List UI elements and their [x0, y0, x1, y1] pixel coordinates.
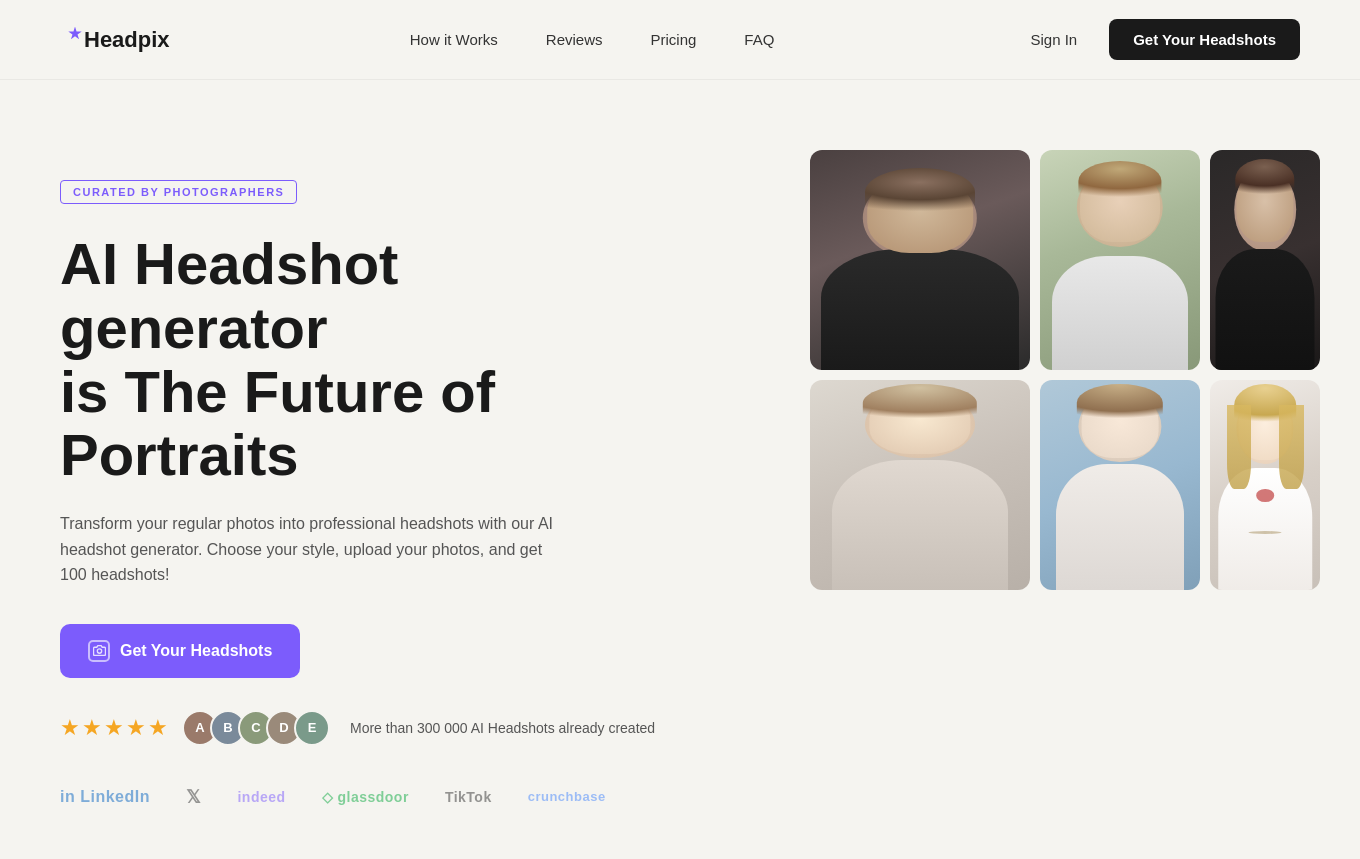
- star-4: ★: [126, 715, 146, 741]
- star-3: ★: [104, 715, 124, 741]
- photo-male-3: [1210, 150, 1320, 370]
- nav-faq[interactable]: FAQ: [744, 31, 774, 48]
- logo-star-icon: [68, 27, 82, 41]
- photo-grid: [810, 150, 1300, 590]
- crunchbase-logo: crunchbase: [528, 789, 606, 804]
- avatar-group: A B C D E: [182, 710, 330, 746]
- nav-actions: Sign In Get Your Headshots: [1014, 19, 1300, 60]
- nav-cta-button[interactable]: Get Your Headshots: [1109, 19, 1300, 60]
- hero-content: CURATED BY PHOTOGRAPHERS AI Headshot gen…: [60, 160, 680, 808]
- photo-female-2: [1040, 380, 1200, 590]
- hero-cta-button[interactable]: Get Your Headshots: [60, 624, 300, 678]
- photo-male-2: [1040, 150, 1200, 370]
- photo-male-1: [810, 150, 1030, 370]
- linkedin-logo: in LinkedIn: [60, 788, 150, 806]
- nav-reviews[interactable]: Reviews: [546, 31, 603, 48]
- logo[interactable]: Headpix: [60, 27, 170, 53]
- navigation: Headpix How it Works Reviews Pricing FAQ…: [0, 0, 1360, 80]
- nav-how-it-works[interactable]: How it Works: [410, 31, 498, 48]
- photo-female-3: [1210, 380, 1320, 590]
- hero-photo-grid: [810, 150, 1300, 610]
- hero-subtitle: Transform your regular photos into profe…: [60, 511, 560, 588]
- social-proof: ★ ★ ★ ★ ★ A B C D E More than 300 000 AI…: [60, 710, 680, 746]
- logo-text: Headpix: [60, 27, 170, 53]
- star-2: ★: [82, 715, 102, 741]
- proof-text: More than 300 000 AI Headshots already c…: [350, 720, 655, 736]
- photo-female-1: [810, 380, 1030, 590]
- star-rating: ★ ★ ★ ★ ★: [60, 715, 168, 741]
- camera-icon: [88, 640, 110, 662]
- nav-pricing[interactable]: Pricing: [650, 31, 696, 48]
- hero-title: AI Headshot generator is The Future of P…: [60, 232, 680, 487]
- curated-badge: CURATED BY PHOTOGRAPHERS: [60, 180, 297, 204]
- star-1: ★: [60, 715, 80, 741]
- glassdoor-logo: ◇ glassdoor: [322, 789, 409, 805]
- star-5: ★: [148, 715, 168, 741]
- avatar: E: [294, 710, 330, 746]
- tiktok-logo: TikTok: [445, 789, 492, 805]
- brand-logos: in LinkedIn 𝕏 indeed ◇ glassdoor TikTok …: [60, 786, 680, 808]
- indeed-logo: indeed: [237, 789, 285, 805]
- nav-links: How it Works Reviews Pricing FAQ: [410, 31, 775, 49]
- sign-in-button[interactable]: Sign In: [1014, 23, 1093, 56]
- svg-point-0: [97, 649, 101, 653]
- twitter-logo: 𝕏: [186, 786, 202, 808]
- hero-section: CURATED BY PHOTOGRAPHERS AI Headshot gen…: [0, 80, 1360, 859]
